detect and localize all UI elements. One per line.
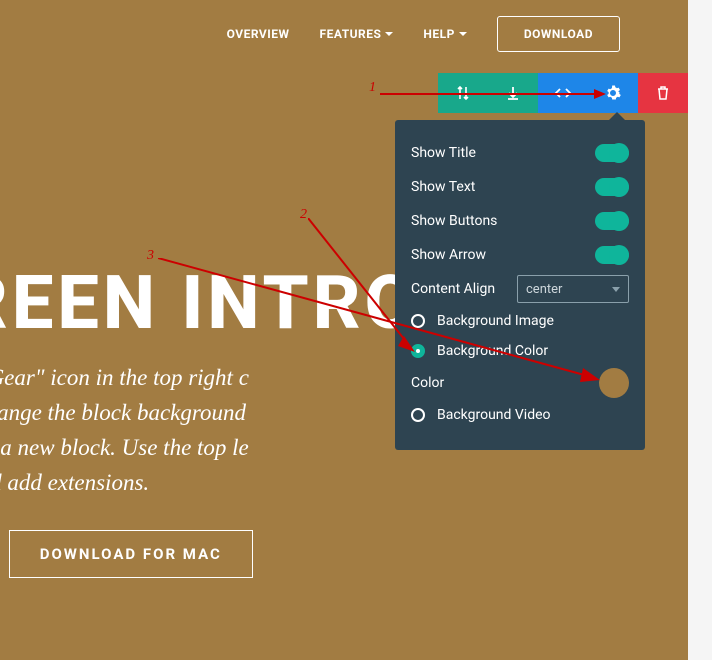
right-sidebar [689, 0, 712, 660]
block-toolbar [438, 73, 688, 113]
hero-section: OVERVIEW FEATURES HELP DOWNLOAD REEN INT… [0, 0, 688, 660]
show-buttons-label: Show Buttons [411, 213, 497, 229]
show-title-toggle[interactable] [595, 144, 629, 162]
hero-buttons: OWS DOWNLOAD FOR MAC [0, 530, 253, 578]
bg-video-label: Background Video [437, 407, 551, 423]
radio-icon [411, 314, 425, 328]
nav-overview[interactable]: OVERVIEW [227, 27, 290, 41]
top-nav: OVERVIEW FEATURES HELP DOWNLOAD [0, 16, 688, 52]
hero-sub-line: itle and change the block background [0, 395, 440, 430]
trash-icon [656, 85, 670, 101]
show-arrow-label: Show Arrow [411, 247, 486, 263]
radio-icon [411, 408, 425, 422]
show-buttons-toggle[interactable] [595, 212, 629, 230]
content-align-value: center [526, 282, 562, 297]
hero-subtitle: ick blue "Gear" icon in the top right c … [0, 360, 440, 500]
bg-color-label: Background Color [437, 343, 548, 359]
bg-image-row[interactable]: Background Image [411, 306, 629, 336]
show-text-row: Show Text [411, 170, 629, 204]
content-align-row: Content Align center [411, 272, 629, 306]
download-icon [506, 85, 520, 101]
settings-panel: Show Title Show Text Show Buttons Show A… [395, 120, 645, 450]
show-text-toggle[interactable] [595, 178, 629, 196]
bg-color-row[interactable]: Background Color [411, 336, 629, 366]
bg-video-row[interactable]: Background Video [411, 400, 629, 430]
hero-sub-line: s, sites and add extensions. [0, 465, 440, 500]
move-icon [456, 85, 470, 101]
show-title-row: Show Title [411, 136, 629, 170]
show-buttons-row: Show Buttons [411, 204, 629, 238]
download-button[interactable]: DOWNLOAD [497, 16, 620, 52]
annotation-1-label: 1 [369, 80, 376, 96]
show-title-label: Show Title [411, 145, 476, 161]
move-button[interactable] [438, 73, 488, 113]
caret-down-icon [459, 32, 467, 36]
nav-help[interactable]: HELP [423, 27, 466, 41]
hero-title: REEN INTRO [0, 260, 420, 347]
color-label: Color [411, 375, 444, 391]
annotation-2-label: 2 [300, 207, 307, 223]
delete-button[interactable] [638, 73, 688, 113]
download-mac-button[interactable]: DOWNLOAD FOR MAC [9, 530, 253, 578]
bg-image-label: Background Image [437, 313, 554, 329]
color-swatch[interactable] [599, 368, 629, 398]
nav-features-label: FEATURES [320, 27, 382, 41]
content-align-select[interactable]: center [517, 275, 629, 303]
show-arrow-row: Show Arrow [411, 238, 629, 272]
radio-selected-icon [411, 344, 425, 358]
nav-help-label: HELP [423, 27, 454, 41]
color-row: Color [411, 366, 629, 400]
gear-icon [605, 85, 621, 101]
content-align-label: Content Align [411, 281, 495, 297]
caret-down-icon [385, 32, 393, 36]
code-icon [554, 86, 572, 100]
chevron-down-icon [612, 287, 620, 292]
hero-sub-line: ner to add a new block. Use the top le [0, 430, 440, 465]
hero-sub-line: ick blue "Gear" icon in the top right c [0, 360, 440, 395]
code-button[interactable] [538, 73, 588, 113]
gear-button[interactable] [588, 73, 638, 113]
save-button[interactable] [488, 73, 538, 113]
annotation-3-label: 3 [147, 248, 154, 264]
show-arrow-toggle[interactable] [595, 246, 629, 264]
nav-features[interactable]: FEATURES [320, 27, 394, 41]
show-text-label: Show Text [411, 179, 475, 195]
